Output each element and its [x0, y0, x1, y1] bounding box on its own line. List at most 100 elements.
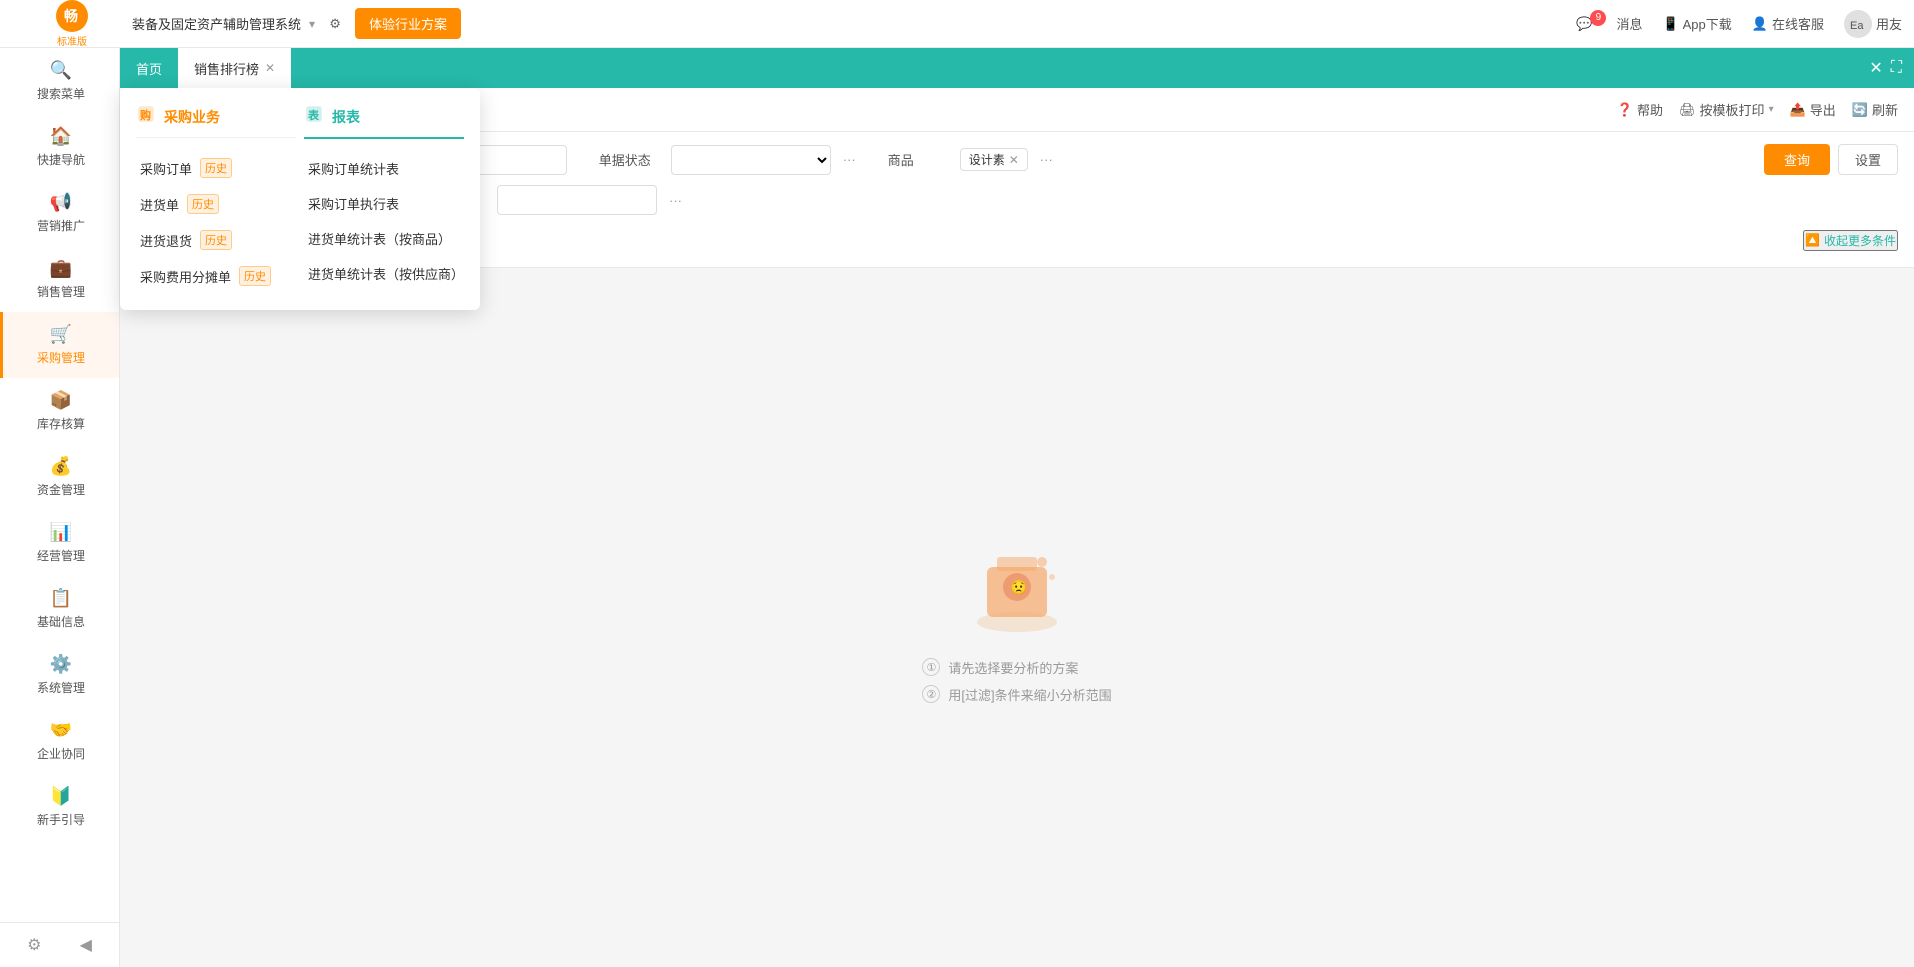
sidebar-item-basic-info[interactable]: 📋 基础信息 [0, 576, 119, 642]
salesperson-more-btn[interactable]: ··· [669, 193, 682, 208]
home-icon: 🏠 [50, 126, 72, 147]
app-download-label: App下载 [1683, 14, 1732, 33]
app-download-item[interactable]: 📱 App下载 [1662, 14, 1731, 33]
marketing-icon: 📢 [50, 192, 72, 213]
sidebar-item-finance[interactable]: 💰 资金管理 [0, 444, 119, 510]
dropdown-item-stock-stats-supplier[interactable]: 进货单统计表（按供应商） [304, 256, 464, 291]
svg-text:表: 表 [307, 108, 320, 122]
sidebar-item-system[interactable]: ⚙️ 系统管理 [0, 642, 119, 708]
collapse-up-icon: 🔼 [1805, 233, 1820, 247]
dropdown-item-stock-in[interactable]: 进货单 历史 [136, 186, 296, 222]
sales-icon: 💼 [50, 258, 72, 279]
industry-btn[interactable]: 体验行业方案 [355, 8, 461, 39]
goods-more-btn[interactable]: ··· [1040, 152, 1053, 167]
expense-history-badge: 历史 [239, 266, 271, 286]
purchase-col: 购 采购业务 采购订单 历史 进货单 历史 进货退货 历史 采购费用分摊单 历史 [136, 104, 296, 294]
sidebar-item-purchase[interactable]: 🛒 采购管理 [0, 312, 119, 378]
sidebar-item-marketing[interactable]: 📢 营销推广 [0, 180, 119, 246]
sidebar-item-inventory[interactable]: 📦 库存核算 [0, 378, 119, 444]
logo-area: 畅 标准版 [12, 0, 132, 48]
print-icon: 🖨 [1679, 102, 1696, 118]
notification-item[interactable]: 💬 9 消息 [1576, 14, 1642, 33]
empty-state: 😟 ① 请先选择要分析的方案 ② 用[过滤]条件来缩小分析范围 [922, 532, 1111, 704]
hint-text-2: 用[过滤]条件来缩小分析范围 [948, 685, 1111, 704]
print-dropdown-icon[interactable]: ▾ [1769, 104, 1774, 115]
sidebar-item-sales[interactable]: 💼 销售管理 [0, 246, 119, 312]
tab-home[interactable]: 首页 [120, 48, 178, 88]
user-avatar: Ea [1844, 10, 1872, 38]
goods-tag-close-icon[interactable]: ✕ [1009, 153, 1019, 167]
sidebar-item-operations[interactable]: 📊 经营管理 [0, 510, 119, 576]
sidebar: 🔍 搜索菜单 🏠 快捷导航 📢 营销推广 💼 销售管理 🛒 采购管理 📦 库存核… [0, 48, 120, 967]
search-icon: 🔍 [50, 60, 72, 81]
sidebar-item-guide[interactable]: 🔰 新手引导 [0, 774, 119, 840]
hint-num-2: ② [922, 685, 940, 703]
sidebar-item-guide-label: 新手引导 [37, 811, 85, 828]
tab-close-icon[interactable]: ✕ [265, 61, 275, 75]
refresh-btn[interactable]: 🔄 刷新 [1852, 100, 1898, 119]
tab-fullscreen-icon[interactable]: ⛶ [1891, 59, 1902, 77]
main-content: 😟 ① 请先选择要分析的方案 ② 用[过滤]条件来缩小分析范围 [120, 268, 1914, 967]
username-label: 用友 [1876, 14, 1902, 33]
report-col-icon: 表 [304, 104, 324, 129]
dropdown-item-order-stats[interactable]: 采购订单统计表 [304, 151, 464, 186]
help-icon: ❓ [1617, 102, 1633, 118]
purchase-dropdown: 购 采购业务 采购订单 历史 进货单 历史 进货退货 历史 采购费用分摊单 历史 [120, 88, 480, 310]
order-stats-label: 采购订单统计表 [308, 159, 399, 178]
sidebar-item-basic-info-label: 基础信息 [37, 613, 85, 630]
top-bar: 畅 标准版 装备及固定资产辅助管理系统 ▾ ⚙ 体验行业方案 💬 9 消息 📱 … [0, 0, 1914, 48]
tab-sales-rank-label: 销售排行榜 [194, 59, 259, 78]
online-service-item[interactable]: 👤 在线客服 [1752, 14, 1824, 33]
sidebar-item-sales-label: 销售管理 [37, 283, 85, 300]
export-icon: 📤 [1790, 102, 1806, 118]
inventory-icon: 📦 [50, 390, 72, 411]
sidebar-settings-icon[interactable]: ⚙ [27, 935, 41, 955]
sidebar-item-system-label: 系统管理 [37, 679, 85, 696]
setting-btn[interactable]: 设置 [1838, 144, 1898, 175]
logo-text: 标准版 [57, 33, 87, 48]
sidebar-item-quick-nav[interactable]: 🏠 快捷导航 [0, 114, 119, 180]
dropdown-item-order-exec[interactable]: 采购订单执行表 [304, 186, 464, 221]
sidebar-item-quick-nav-label: 快捷导航 [37, 151, 85, 168]
dropdown-item-return[interactable]: 进货退货 历史 [136, 222, 296, 258]
order-exec-label: 采购订单执行表 [308, 194, 399, 213]
voucher-status-select[interactable] [671, 145, 831, 175]
purchase-col-icon: 购 [136, 104, 156, 129]
purchase-order-history-badge: 历史 [200, 158, 232, 178]
dropdown-item-expense[interactable]: 采购费用分摊单 历史 [136, 258, 296, 294]
sidebar-collapse-icon[interactable]: ◀ [80, 935, 92, 955]
purchase-icon: 🛒 [50, 324, 72, 345]
export-btn[interactable]: 📤 导出 [1790, 100, 1836, 119]
help-btn[interactable]: ❓ 帮助 [1617, 100, 1663, 119]
logo-icon: 畅 [56, 0, 88, 32]
user-item[interactable]: Ea 用友 [1844, 10, 1902, 38]
return-history-badge: 历史 [200, 230, 232, 250]
voucher-status-more-btn[interactable]: ··· [843, 152, 856, 167]
tab-bar: 首页 销售排行榜 ✕ ✕ ⛶ [120, 48, 1914, 88]
dropdown-item-purchase-order[interactable]: 采购订单 历史 [136, 150, 296, 186]
settings-icon[interactable]: ⚙ [323, 12, 347, 36]
sidebar-item-search[interactable]: 🔍 搜索菜单 [0, 48, 119, 114]
system-name-dropdown-icon[interactable]: ▾ [309, 17, 315, 31]
tab-sales-rank[interactable]: 销售排行榜 ✕ [178, 48, 291, 88]
print-btn[interactable]: 🖨 按模板打印 ▾ [1679, 100, 1774, 119]
top-bar-center: 装备及固定资产辅助管理系统 ▾ ⚙ 体验行业方案 [132, 8, 1576, 39]
purchase-col-title: 采购业务 [164, 107, 220, 127]
service-icon: 👤 [1752, 16, 1768, 32]
hint-1: ① 请先选择要分析的方案 [922, 658, 1111, 677]
voucher-status-label: 单据状态 [599, 150, 659, 169]
cooperation-icon: 🤝 [50, 720, 72, 741]
hint-num-1: ① [922, 658, 940, 676]
top-bar-right: 💬 9 消息 📱 App下载 👤 在线客服 Ea 用友 [1576, 10, 1902, 38]
expense-label: 采购费用分摊单 [140, 267, 231, 286]
query-btn[interactable]: 查询 [1764, 144, 1830, 175]
dropdown-columns: 购 采购业务 采购订单 历史 进货单 历史 进货退货 历史 采购费用分摊单 历史 [136, 104, 464, 294]
tab-close-all-icon[interactable]: ✕ [1869, 58, 1882, 78]
dropdown-item-stock-stats-product[interactable]: 进货单统计表（按商品） [304, 221, 464, 256]
sidebar-item-cooperation-label: 企业协同 [37, 745, 85, 762]
report-col-header: 表 报表 [304, 104, 464, 139]
refresh-icon: 🔄 [1852, 102, 1868, 118]
sidebar-item-cooperation[interactable]: 🤝 企业协同 [0, 708, 119, 774]
collapse-btn[interactable]: 🔼 收起更多条件 [1803, 230, 1898, 251]
salesperson-input[interactable] [497, 185, 657, 215]
